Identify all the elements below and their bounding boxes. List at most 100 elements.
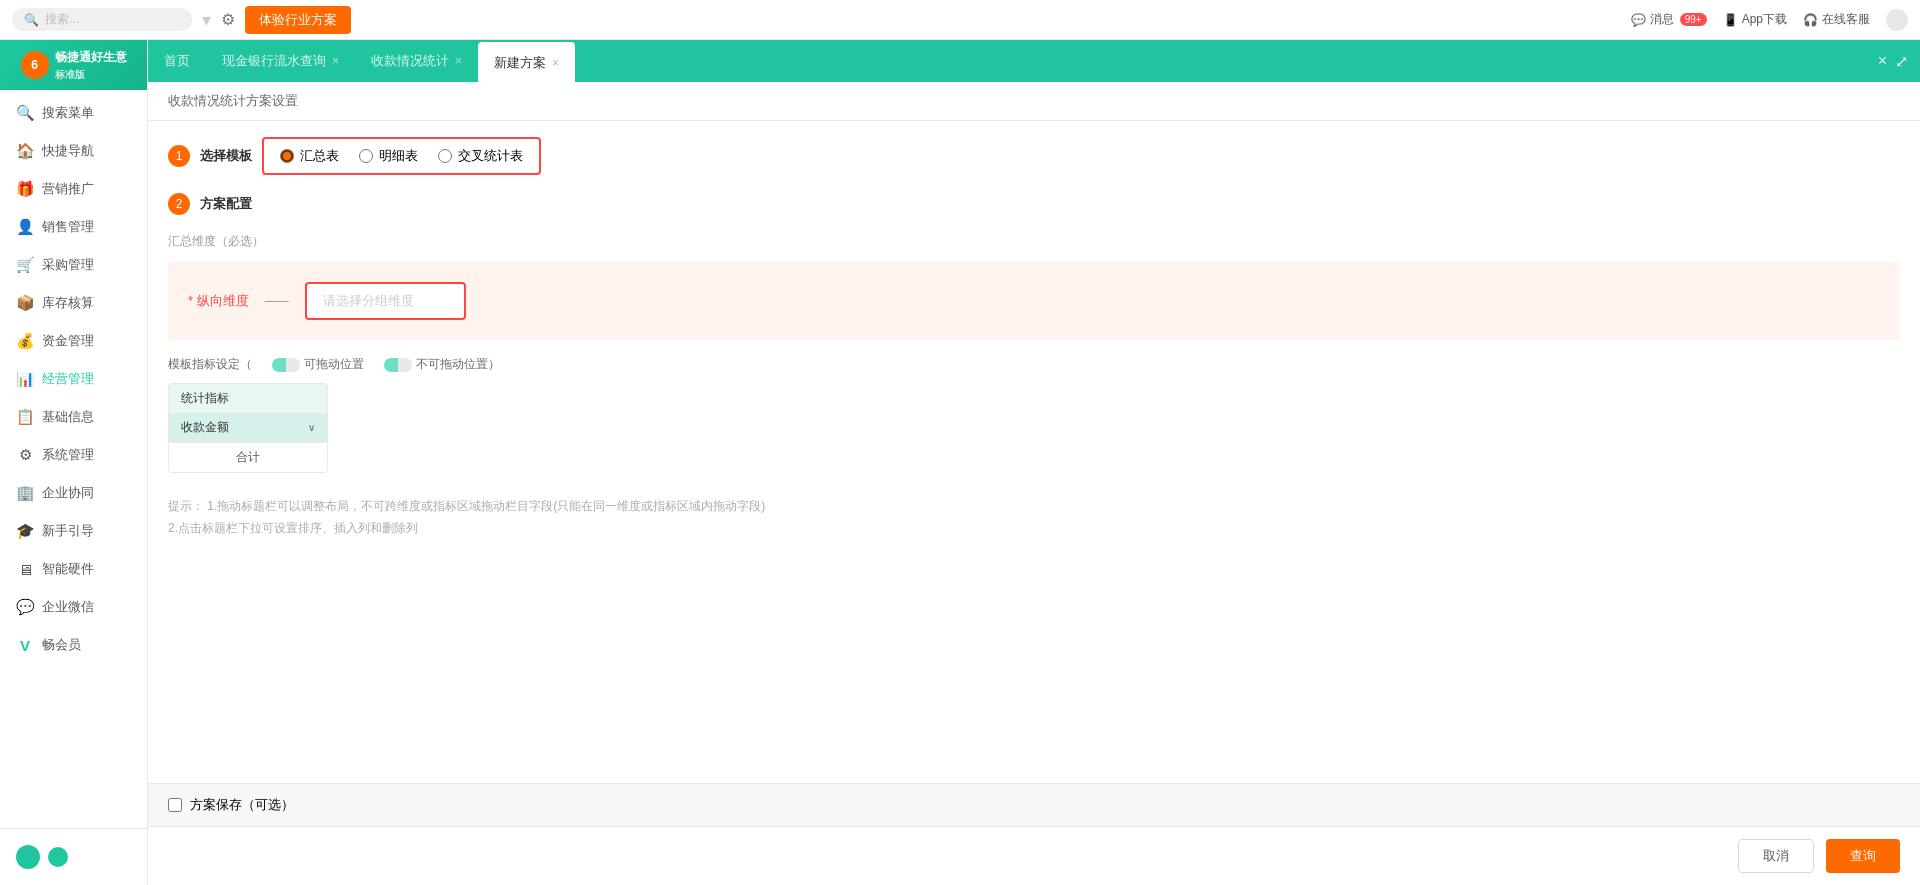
- sidebar-item-label: 企业微信: [42, 598, 94, 616]
- page-content: 收款情况统计方案设置 1 选择模板 汇总表: [148, 82, 1920, 885]
- sidebar-item-label: 畅会员: [42, 636, 81, 654]
- stats-column-header[interactable]: 收款金额 ∨: [169, 413, 327, 442]
- app-download-button[interactable]: 📱 App下载: [1723, 11, 1787, 28]
- settings-button[interactable]: ⚙: [221, 10, 235, 29]
- sidebar-item-member[interactable]: V 畅会员: [0, 626, 147, 664]
- sidebar-item-enterprise[interactable]: 🏢 企业协同: [0, 474, 147, 512]
- user-avatar-bottom2: [48, 847, 68, 867]
- step2-badge: 2: [168, 193, 190, 215]
- radio-summary-label: 汇总表: [300, 147, 339, 165]
- radio-detail-input[interactable]: [359, 149, 373, 163]
- sidebar-item-basic[interactable]: 📋 基础信息: [0, 398, 147, 436]
- member-icon: V: [16, 636, 34, 654]
- online-service-button[interactable]: 🎧 在线客服: [1803, 11, 1870, 28]
- user-icon: 👤: [16, 218, 34, 236]
- box-icon: 📦: [16, 294, 34, 312]
- app-name: 畅捷通好生意: [55, 49, 127, 66]
- sidebar-item-purchase[interactable]: 🛒 采购管理: [0, 246, 147, 284]
- sidebar-item-hardware[interactable]: 🖥 智能硬件: [0, 550, 147, 588]
- close-window-button[interactable]: ×: [1878, 52, 1887, 70]
- sidebar-item-label: 采购管理: [42, 256, 94, 274]
- tab-collection-close[interactable]: ×: [455, 54, 462, 68]
- vertical-dimension-label: 纵向维度: [188, 292, 249, 310]
- sidebar-item-guide[interactable]: 🎓 新手引导: [0, 512, 147, 550]
- radio-detail-label: 明细表: [379, 147, 418, 165]
- sidebar-item-quick-nav[interactable]: 🏠 快捷导航: [0, 132, 147, 170]
- stats-header-label: 统计指标: [181, 390, 229, 407]
- cart-icon: 🛒: [16, 256, 34, 274]
- save-checkbox[interactable]: [168, 798, 182, 812]
- sidebar-item-system[interactable]: ⚙ 系统管理: [0, 436, 147, 474]
- metrics-title-text: 模板指标设定（: [168, 357, 252, 371]
- sidebar-item-marketing[interactable]: 🎁 营销推广: [0, 170, 147, 208]
- sidebar-item-operations[interactable]: 📊 经营管理: [0, 360, 147, 398]
- non-draggable-indicator: [384, 358, 412, 372]
- breadcrumb: 收款情况统计方案设置: [168, 93, 298, 108]
- draggable-label: 可拖动位置: [304, 356, 364, 373]
- industry-plan-button[interactable]: 体验行业方案: [245, 6, 351, 34]
- building-icon: 🏢: [16, 484, 34, 502]
- tips-section: 提示： 1.拖动标题栏可以调整布局，不可跨维度或指标区域拖动栏目字段(只能在同一…: [168, 496, 1900, 539]
- sidebar-item-label: 智能硬件: [42, 560, 94, 578]
- sidebar-item-inventory[interactable]: 📦 库存核算: [0, 284, 147, 322]
- bottom-action-bar: 取消 查询: [148, 826, 1920, 885]
- sidebar-item-finance[interactable]: 💰 资金管理: [0, 322, 147, 360]
- content-area: 首页 现金银行流水查询 × 收款情况统计 × 新建方案 × × ⤢: [148, 40, 1920, 885]
- sidebar-bottom: [0, 828, 147, 885]
- tab-new-plan[interactable]: 新建方案 ×: [478, 42, 575, 84]
- sidebar-item-label: 库存核算: [42, 294, 94, 312]
- radio-cross-input[interactable]: [438, 149, 452, 163]
- chart-icon: 📊: [16, 370, 34, 388]
- top-bar: 🔍 搜索... ▾ ⚙ 体验行业方案 💬 消息 99+ 📱 App下载 🎧 在线…: [0, 0, 1920, 40]
- user-avatar-bottom: [16, 845, 40, 869]
- dimension-config-label: 汇总维度（必选）: [168, 233, 1900, 250]
- radio-cross[interactable]: 交叉统计表: [438, 147, 523, 165]
- user-avatar: [1886, 9, 1908, 31]
- dropdown-icon[interactable]: ▾: [202, 9, 211, 31]
- dimension-select-placeholder: 请选择分组维度: [323, 293, 414, 308]
- radio-group: 汇总表 明细表 交叉统计表: [280, 147, 523, 165]
- home-icon: 🏠: [16, 142, 34, 160]
- top-search-bar[interactable]: 🔍 搜索...: [12, 8, 192, 31]
- message-badge: 99+: [1680, 13, 1707, 26]
- sidebar-item-search[interactable]: 🔍 搜索菜单: [0, 94, 147, 132]
- draggable-indicator: [272, 358, 300, 372]
- tab-bank-label: 现金银行流水查询: [222, 52, 326, 70]
- dimension-row: 纵向维度 —— 请选择分组维度: [188, 282, 1880, 320]
- tab-bank-close[interactable]: ×: [332, 54, 339, 68]
- step1-title: 选择模板: [200, 147, 252, 165]
- dimension-title: 汇总维度（必选）: [168, 234, 264, 248]
- hardware-icon: 🖥: [16, 560, 34, 578]
- tab-bar: 首页 现金银行流水查询 × 收款情况统计 × 新建方案 × × ⤢: [148, 40, 1920, 82]
- dimension-select[interactable]: 请选择分组维度: [305, 282, 466, 320]
- message-icon: 💬: [1631, 13, 1646, 27]
- query-button[interactable]: 查询: [1826, 839, 1900, 873]
- stats-total-cell: 合计: [169, 442, 327, 472]
- radio-summary[interactable]: 汇总表: [280, 147, 339, 165]
- cancel-button[interactable]: 取消: [1738, 839, 1814, 873]
- sidebar-nav: 🔍 搜索菜单 🏠 快捷导航 🎁 营销推广 👤 销售管理 🛒 采购管理 📦: [0, 90, 147, 828]
- gear-icon: ⚙: [16, 446, 34, 464]
- step1-row: 1 选择模板 汇总表 明细表: [168, 137, 1900, 175]
- tab-collection-stats[interactable]: 收款情况统计 ×: [355, 40, 478, 82]
- sidebar-bottom-avatar[interactable]: [0, 837, 147, 877]
- app-edition: 标准版: [55, 68, 127, 82]
- expand-window-button[interactable]: ⤢: [1895, 52, 1908, 71]
- sidebar-item-label: 搜索菜单: [42, 104, 94, 122]
- download-label: App下载: [1742, 11, 1787, 28]
- clipboard-icon: 📋: [16, 408, 34, 426]
- radio-summary-input[interactable]: [280, 149, 294, 163]
- step2-row: 2 方案配置: [168, 193, 1900, 215]
- tab-new-plan-close[interactable]: ×: [552, 56, 559, 70]
- tab-home[interactable]: 首页: [148, 40, 206, 82]
- tab-bank[interactable]: 现金银行流水查询 ×: [206, 40, 355, 82]
- sidebar-item-sales[interactable]: 👤 销售管理: [0, 208, 147, 246]
- service-icon: 🎧: [1803, 13, 1818, 27]
- top-actions: 💬 消息 99+ 📱 App下载 🎧 在线客服: [1631, 9, 1908, 31]
- radio-detail[interactable]: 明细表: [359, 147, 418, 165]
- tip1: 提示： 1.拖动标题栏可以调整布局，不可跨维度或指标区域拖动栏目字段(只能在同一…: [168, 496, 1900, 518]
- sidebar-item-label: 系统管理: [42, 446, 94, 464]
- user-menu[interactable]: [1886, 9, 1908, 31]
- sidebar-item-wechat[interactable]: 💬 企业微信: [0, 588, 147, 626]
- message-button[interactable]: 💬 消息 99+: [1631, 11, 1707, 28]
